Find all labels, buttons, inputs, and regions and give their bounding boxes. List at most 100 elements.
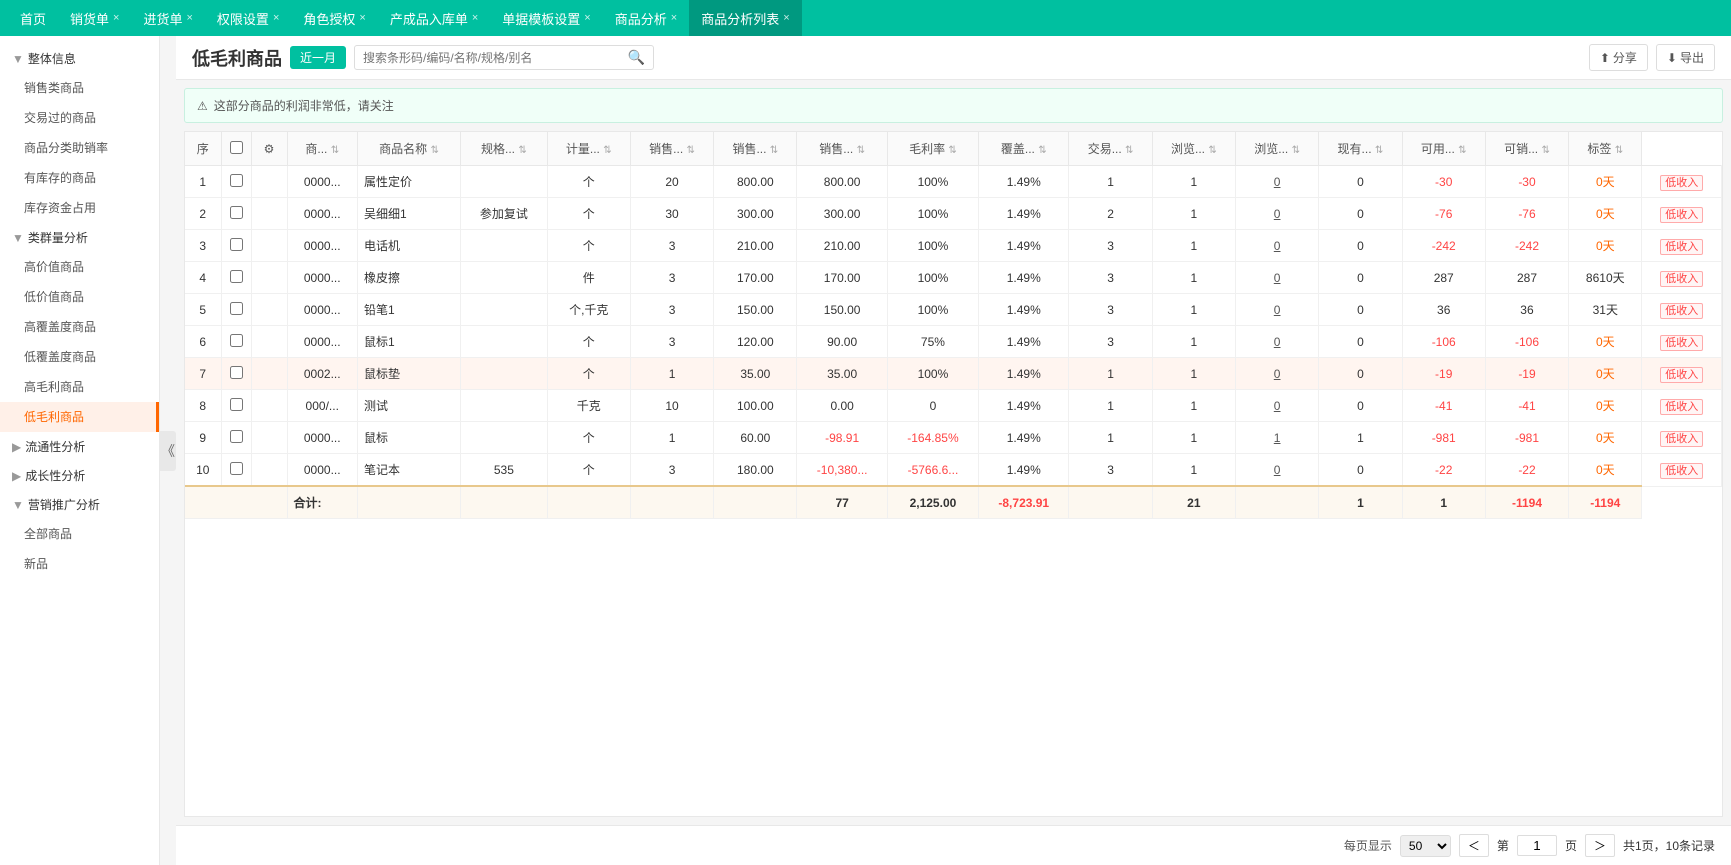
cell-check[interactable] bbox=[221, 454, 251, 487]
data-table-container[interactable]: 序 ⚙ 商... ⇅ 商品名称 ⇅ 规格... ⇅ 计量... ⇅ 销售... … bbox=[184, 131, 1723, 817]
close-icon[interactable]: × bbox=[671, 12, 677, 24]
sidebar-group-marketing[interactable]: ▼ 营销推广分析 bbox=[0, 490, 159, 519]
nav-template[interactable]: 单据模板设置 × bbox=[490, 0, 602, 36]
sidebar-item-new-goods[interactable]: 新品 bbox=[0, 549, 159, 579]
sidebar-group-overall[interactable]: ▼ 整体信息 bbox=[0, 44, 159, 73]
col-header-spec[interactable]: 规格... ⇅ bbox=[461, 132, 548, 166]
sidebar-group-cluster[interactable]: ▼ 类群量分析 bbox=[0, 223, 159, 252]
sidebar-item-high-gross[interactable]: 高毛利商品 bbox=[0, 372, 159, 402]
cell-check[interactable] bbox=[221, 230, 251, 262]
close-icon[interactable]: × bbox=[783, 12, 789, 24]
row-checkbox[interactable] bbox=[230, 334, 243, 347]
cell-view1[interactable]: 0 bbox=[1236, 294, 1319, 326]
cell-view1[interactable]: 0 bbox=[1236, 262, 1319, 294]
nav-analysis-list[interactable]: 商品分析列表 × bbox=[689, 0, 801, 36]
sidebar-item-high-value[interactable]: 高价值商品 bbox=[0, 252, 159, 282]
cell-check[interactable] bbox=[221, 262, 251, 294]
cell-check[interactable] bbox=[221, 358, 251, 390]
cell-view1[interactable]: 0 bbox=[1236, 198, 1319, 230]
cell-saleable: 0天 bbox=[1569, 198, 1642, 230]
cell-check[interactable] bbox=[221, 294, 251, 326]
nav-home[interactable]: 首页 bbox=[8, 0, 58, 36]
col-header-tx[interactable]: 交易... ⇅ bbox=[1069, 132, 1152, 166]
nav-analysis[interactable]: 商品分析 × bbox=[603, 0, 689, 36]
row-checkbox[interactable] bbox=[230, 462, 243, 475]
page-size-select[interactable]: 50 20 100 bbox=[1400, 835, 1451, 857]
close-icon[interactable]: × bbox=[113, 12, 119, 24]
cell-sale-amt2: 800.00 bbox=[797, 166, 887, 198]
col-header-coverage[interactable]: 覆盖... ⇅ bbox=[979, 132, 1069, 166]
search-input[interactable] bbox=[363, 51, 628, 65]
cell-view1[interactable]: 0 bbox=[1236, 326, 1319, 358]
close-icon[interactable]: × bbox=[273, 12, 279, 24]
cell-num: 3 bbox=[185, 230, 221, 262]
cell-view1[interactable]: 0 bbox=[1236, 358, 1319, 390]
col-header-settings[interactable]: ⚙ bbox=[251, 132, 287, 166]
close-icon[interactable]: × bbox=[359, 12, 365, 24]
sidebar-item-sales-goods[interactable]: 销售类商品 bbox=[0, 73, 159, 103]
chevron-down-icon: ▼ bbox=[12, 52, 24, 66]
cell-tx: 1 bbox=[1152, 166, 1235, 198]
col-header-sale1[interactable]: 销售... ⇅ bbox=[630, 132, 713, 166]
close-icon[interactable]: × bbox=[186, 12, 192, 24]
row-checkbox[interactable] bbox=[230, 174, 243, 187]
sidebar-item-all-goods[interactable]: 全部商品 bbox=[0, 519, 159, 549]
sidebar-item-in-stock[interactable]: 有库存的商品 bbox=[0, 163, 159, 193]
cell-check[interactable] bbox=[221, 166, 251, 198]
nav-permission[interactable]: 权限设置 × bbox=[205, 0, 291, 36]
col-header-sale2[interactable]: 销售... ⇅ bbox=[714, 132, 797, 166]
col-header-view2[interactable]: 浏览... ⇅ bbox=[1236, 132, 1319, 166]
row-checkbox[interactable] bbox=[230, 206, 243, 219]
row-checkbox[interactable] bbox=[230, 366, 243, 379]
col-header-sale3[interactable]: 销售... ⇅ bbox=[797, 132, 887, 166]
sidebar-item-high-coverage[interactable]: 高覆盖度商品 bbox=[0, 312, 159, 342]
sidebar-item-low-gross[interactable]: 低毛利商品 bbox=[0, 402, 159, 432]
cell-check[interactable] bbox=[221, 198, 251, 230]
row-checkbox[interactable] bbox=[230, 270, 243, 283]
cell-view1[interactable]: 0 bbox=[1236, 390, 1319, 422]
date-filter-btn[interactable]: 近一月 bbox=[290, 46, 346, 69]
nav-purchase[interactable]: 进货单 × bbox=[131, 0, 204, 36]
row-checkbox[interactable] bbox=[230, 398, 243, 411]
cell-view1[interactable]: 0 bbox=[1236, 230, 1319, 262]
cell-check[interactable] bbox=[221, 326, 251, 358]
sidebar-item-traded-goods[interactable]: 交易过的商品 bbox=[0, 103, 159, 133]
col-header-stock[interactable]: 现有... ⇅ bbox=[1319, 132, 1402, 166]
nav-role[interactable]: 角色授权 × bbox=[291, 0, 377, 36]
row-checkbox[interactable] bbox=[230, 238, 243, 251]
sidebar-group-growth[interactable]: ▶ 成长性分析 bbox=[0, 461, 159, 490]
col-header-view1[interactable]: 浏览... ⇅ bbox=[1152, 132, 1235, 166]
col-header-name[interactable]: 商品名称 ⇅ bbox=[357, 132, 460, 166]
sidebar-item-capital[interactable]: 库存资金占用 bbox=[0, 193, 159, 223]
page-next-btn[interactable]: ＞ bbox=[1585, 834, 1615, 857]
sidebar-collapse-btn[interactable]: 《 bbox=[160, 431, 176, 471]
cell-view1[interactable]: 0 bbox=[1236, 454, 1319, 487]
sidebar-item-category-rate[interactable]: 商品分类助销率 bbox=[0, 133, 159, 163]
col-header-check[interactable] bbox=[221, 132, 251, 166]
col-header-code[interactable]: 商... ⇅ bbox=[287, 132, 357, 166]
nav-product-in[interactable]: 产成品入库单 × bbox=[378, 0, 490, 36]
search-icon[interactable]: 🔍 bbox=[628, 49, 645, 66]
col-header-saleable[interactable]: 可销... ⇅ bbox=[1485, 132, 1568, 166]
cell-check[interactable] bbox=[221, 422, 251, 454]
page-prev-btn[interactable]: ＜ bbox=[1459, 834, 1489, 857]
close-icon[interactable]: × bbox=[472, 12, 478, 24]
sidebar-item-low-coverage[interactable]: 低覆盖度商品 bbox=[0, 342, 159, 372]
close-icon[interactable]: × bbox=[584, 12, 590, 24]
export-btn[interactable]: ⬇ 导出 bbox=[1656, 44, 1715, 71]
col-header-gross-rate[interactable]: 毛利率 ⇅ bbox=[887, 132, 978, 166]
cell-check[interactable] bbox=[221, 390, 251, 422]
col-header-usable[interactable]: 可用... ⇅ bbox=[1402, 132, 1485, 166]
page-num-input[interactable] bbox=[1517, 835, 1557, 856]
sidebar-item-low-value[interactable]: 低价值商品 bbox=[0, 282, 159, 312]
select-all-checkbox[interactable] bbox=[230, 141, 243, 154]
row-checkbox[interactable] bbox=[230, 302, 243, 315]
row-checkbox[interactable] bbox=[230, 430, 243, 443]
col-header-tag[interactable]: 标签 ⇅ bbox=[1569, 132, 1642, 166]
cell-view1[interactable]: 1 bbox=[1236, 422, 1319, 454]
share-btn[interactable]: ⬆ 分享 bbox=[1589, 44, 1648, 71]
nav-sales[interactable]: 销货单 × bbox=[58, 0, 131, 36]
cell-view1[interactable]: 0 bbox=[1236, 166, 1319, 198]
col-header-unit[interactable]: 计量... ⇅ bbox=[547, 132, 630, 166]
sidebar-group-circulation[interactable]: ▶ 流通性分析 bbox=[0, 432, 159, 461]
